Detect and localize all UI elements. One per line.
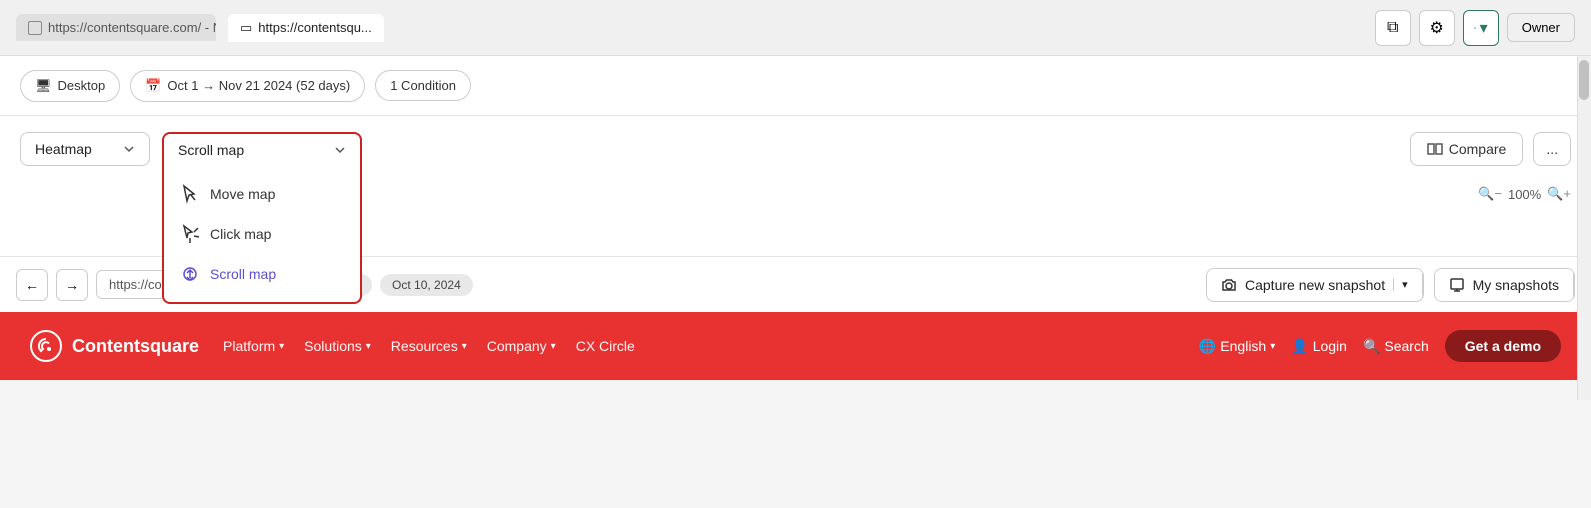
login-icon: 👤 (1291, 338, 1308, 355)
capture-snapshot-control: Capture new snapshot ▾ (1206, 268, 1424, 302)
login-button[interactable]: 👤 Login (1291, 338, 1347, 355)
scrollbar-thumb[interactable] (1579, 60, 1589, 100)
condition-label: 1 Condition (390, 78, 456, 93)
get-demo-button[interactable]: Get a demo (1445, 330, 1561, 362)
calendar-icon: 📅 (145, 78, 161, 94)
scroll-map-active-label: Scroll map (210, 266, 276, 282)
browser-controls: ⧉ ⚙ ▾ Owner (1375, 10, 1575, 46)
camera-icon (1221, 277, 1237, 293)
nav-platform[interactable]: Platform ▾ (223, 338, 284, 354)
desktop-icon: 🖥 (35, 78, 52, 94)
zoom-level: 100% (1508, 187, 1541, 202)
active-tab-icon: ▭ (240, 20, 252, 36)
main-area: Heatmap Scroll map Move map (0, 116, 1591, 256)
capture-snapshot-label: Capture new snapshot (1245, 277, 1385, 293)
zoom-controls: 🔍− 100% 🔍+ (1478, 186, 1571, 202)
scroll-map-label: Scroll map (178, 142, 244, 158)
scroll-map-option[interactable]: Scroll map (164, 254, 360, 294)
date-badge: Oct 10, 2024 (380, 274, 473, 296)
desktop-filter-button[interactable]: 🖥 Desktop (20, 70, 120, 102)
nav-cx-circle[interactable]: CX Circle (576, 338, 635, 354)
cs-right-controls: 🌐 English ▾ 👤 Login 🔍 Search Get a demo (1199, 330, 1561, 362)
move-map-label: Move map (210, 186, 275, 202)
browser-chrome: https://contentsquare.com/ - November ..… (0, 0, 1591, 56)
main-right-controls: Compare ... (1410, 132, 1571, 166)
heatmap-dropdown[interactable]: Heatmap (20, 132, 150, 166)
nav-solutions[interactable]: Solutions ▾ (304, 338, 371, 354)
click-map-label: Click map (210, 226, 271, 242)
copy-button[interactable]: ⧉ (1375, 10, 1411, 46)
cs-brand-name: Contentsquare (72, 336, 199, 357)
tab-favicon (28, 21, 42, 35)
inactive-tab-label: https://contentsquare.com/ - November ..… (48, 20, 216, 35)
owner-button[interactable]: Owner (1507, 13, 1575, 42)
bottom-right-controls: Capture new snapshot ▾ My snapshots (1206, 268, 1575, 302)
scroll-map-dropdown-wrapper: Scroll map Move map (162, 132, 362, 166)
settings-button[interactable]: ⚙ (1419, 10, 1455, 46)
search-button[interactable]: 🔍 Search (1363, 338, 1429, 355)
chevron-down-icon (123, 143, 135, 155)
capture-dropdown-arrow[interactable]: ▾ (1393, 278, 1408, 291)
my-snapshots-button[interactable]: My snapshots (1435, 269, 1574, 301)
search-icon: 🔍 (1363, 338, 1380, 355)
condition-button[interactable]: 1 Condition (375, 70, 471, 101)
back-button[interactable]: ← (16, 269, 48, 301)
desktop-label: Desktop (58, 78, 106, 93)
zoom-out-icon[interactable]: 🔍− (1478, 186, 1502, 202)
heatmap-label: Heatmap (35, 141, 92, 157)
scroll-map-dropdown[interactable]: Scroll map (162, 132, 362, 166)
scroll-icon (180, 264, 200, 284)
chevron-down-icon-2 (334, 144, 346, 156)
nav-company[interactable]: Company ▾ (487, 338, 556, 354)
date-range-button[interactable]: 📅 Oct 1 → Nov 21 2024 (52 days) (130, 70, 365, 102)
snapshots-icon (1449, 277, 1465, 293)
globe-icon: 🌐 (1199, 338, 1216, 355)
compare-icon (1427, 141, 1443, 157)
cs-brand-icon (36, 336, 56, 356)
map-type-dropdown-menu: Move map Click map Scroll map (162, 166, 362, 304)
click-icon (180, 224, 200, 244)
cursor-icon (180, 184, 200, 204)
analytics-icon (1474, 20, 1476, 36)
move-map-option[interactable]: Move map (164, 174, 360, 214)
zoom-in-icon[interactable]: 🔍+ (1547, 186, 1571, 202)
toolbar: 🖥 Desktop 📅 Oct 1 → Nov 21 2024 (52 days… (0, 56, 1591, 116)
nav-resources[interactable]: Resources ▾ (391, 338, 467, 354)
my-snapshots-label: My snapshots (1473, 277, 1559, 293)
cs-navigation: Platform ▾ Solutions ▾ Resources ▾ Compa… (223, 338, 635, 354)
inactive-tab[interactable]: https://contentsquare.com/ - November ..… (16, 14, 216, 41)
language-selector[interactable]: 🌐 English ▾ (1199, 338, 1275, 355)
contentsquare-footer: Contentsquare Platform ▾ Solutions ▾ Res… (0, 312, 1591, 380)
cs-logo: Contentsquare (30, 330, 199, 362)
cs-logo-icon (30, 330, 62, 362)
active-tab-label: https://contentsqu... (258, 20, 371, 35)
forward-button[interactable]: → (56, 269, 88, 301)
capture-snapshot-button[interactable]: Capture new snapshot ▾ (1207, 269, 1423, 301)
more-options-button[interactable]: ... (1533, 132, 1571, 166)
analytics-button[interactable]: ▾ (1463, 10, 1499, 46)
click-map-option[interactable]: Click map (164, 214, 360, 254)
analytics-dropdown-arrow: ▾ (1480, 18, 1488, 38)
compare-button[interactable]: Compare (1410, 132, 1524, 166)
date-range-label: Oct 1 → Nov 21 2024 (52 days) (167, 78, 350, 93)
compare-label: Compare (1449, 141, 1507, 157)
active-tab[interactable]: ▭ https://contentsqu... (228, 14, 384, 42)
my-snapshots-control: My snapshots (1434, 268, 1575, 302)
scrollbar-track[interactable] (1577, 56, 1591, 400)
